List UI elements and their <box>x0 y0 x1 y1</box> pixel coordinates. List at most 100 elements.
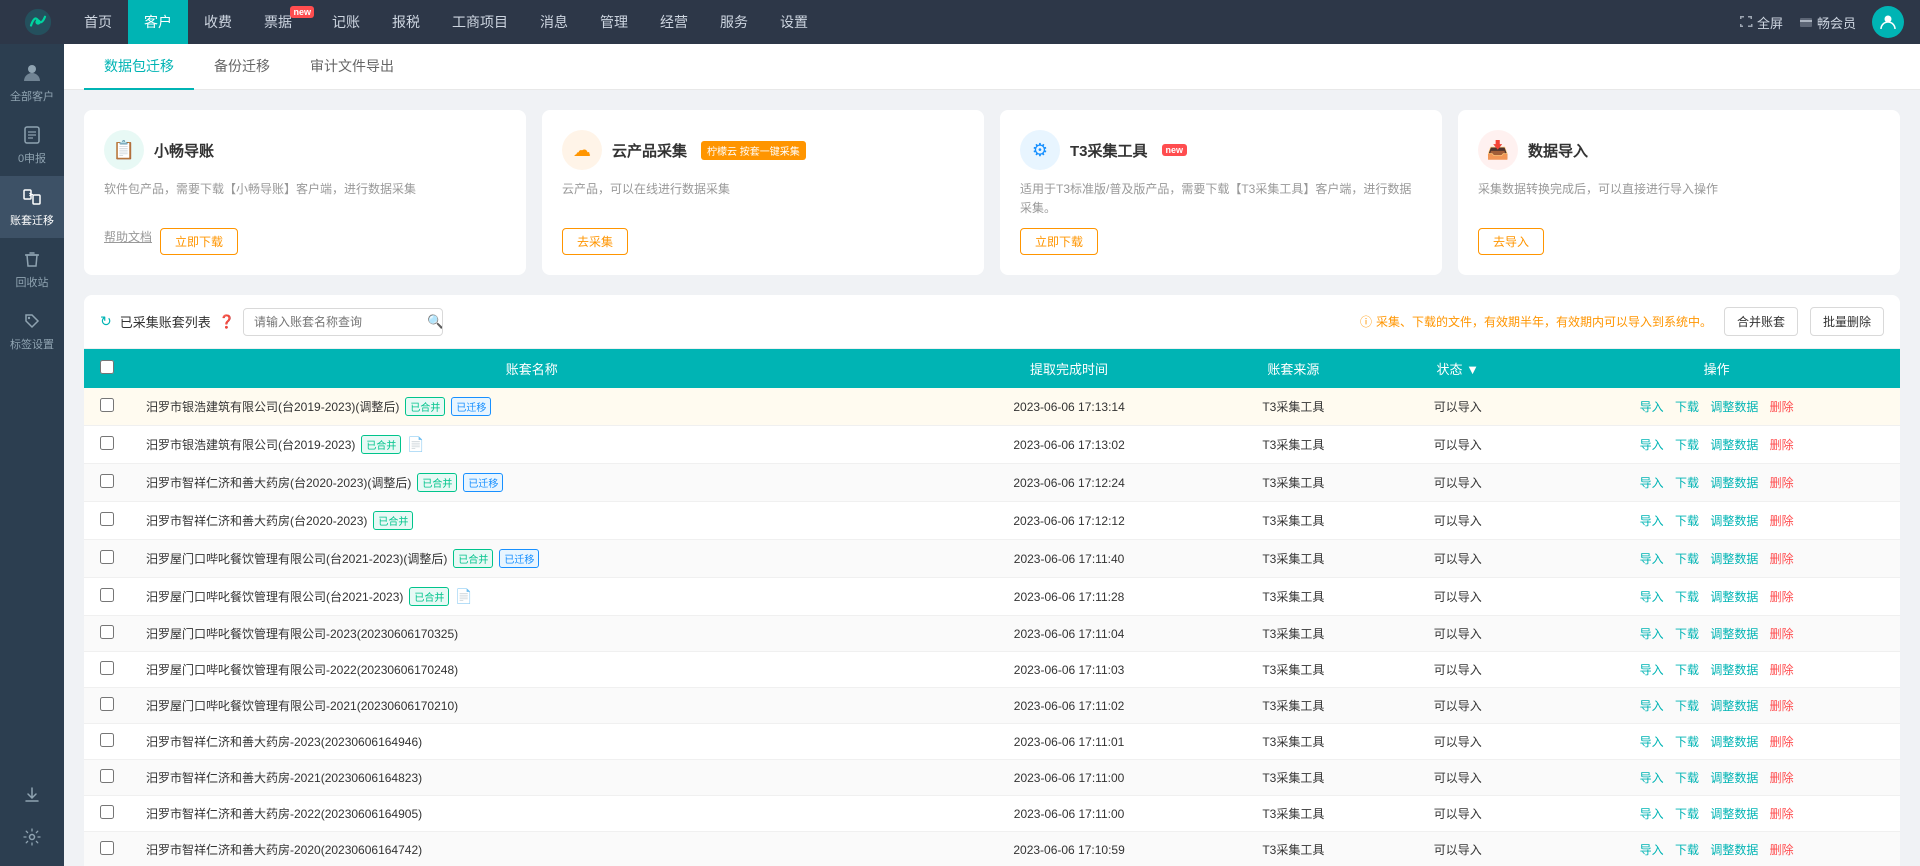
row-checkbox[interactable] <box>100 697 114 711</box>
help-doc-link[interactable]: 帮助文档 <box>104 228 152 255</box>
adjust-action-button[interactable]: 调整数据 <box>1706 436 1762 453</box>
batch-delete-button[interactable]: 批量删除 <box>1810 307 1884 336</box>
delete-action-button[interactable]: 删除 <box>1766 550 1798 567</box>
import-action-button[interactable]: 导入 <box>1636 398 1668 415</box>
download-action-button[interactable]: 下载 <box>1671 625 1703 642</box>
adjust-action-button[interactable]: 调整数据 <box>1706 733 1762 750</box>
adjust-action-button[interactable]: 调整数据 <box>1706 697 1762 714</box>
file-icon[interactable]: 📄 <box>455 588 472 605</box>
download-action-button[interactable]: 下载 <box>1671 512 1703 529</box>
adjust-action-button[interactable]: 调整数据 <box>1706 769 1762 786</box>
nav-message[interactable]: 消息 <box>524 0 584 44</box>
nav-home[interactable]: 首页 <box>68 0 128 44</box>
sidebar-item-trash[interactable]: 回收站 <box>0 238 64 300</box>
import-action-button[interactable]: 导入 <box>1636 697 1668 714</box>
import-action-button[interactable]: 导入 <box>1636 474 1668 491</box>
download-action-button[interactable]: 下载 <box>1671 550 1703 567</box>
tab-data-package[interactable]: 数据包迁移 <box>84 44 194 90</box>
tab-audit-export[interactable]: 审计文件导出 <box>290 44 414 90</box>
delete-action-button[interactable]: 删除 <box>1766 733 1798 750</box>
download-action-button[interactable]: 下载 <box>1671 661 1703 678</box>
nav-service[interactable]: 服务 <box>704 0 764 44</box>
delete-action-button[interactable]: 删除 <box>1766 697 1798 714</box>
adjust-action-button[interactable]: 调整数据 <box>1706 588 1762 605</box>
download-action-button[interactable]: 下载 <box>1671 436 1703 453</box>
adjust-action-button[interactable]: 调整数据 <box>1706 474 1762 491</box>
import-action-button[interactable]: 导入 <box>1636 588 1668 605</box>
nav-tax[interactable]: 报税 <box>376 0 436 44</box>
download-action-button[interactable]: 下载 <box>1671 805 1703 822</box>
nav-ticket[interactable]: 票据 new <box>248 0 316 44</box>
help-circle-icon[interactable]: ❓ <box>219 314 235 330</box>
import-action-button[interactable]: 导入 <box>1636 625 1668 642</box>
member-button[interactable]: 畅会员 <box>1799 13 1856 32</box>
row-checkbox[interactable] <box>100 805 114 819</box>
download-action-button[interactable]: 下载 <box>1671 841 1703 858</box>
sidebar-item-migrate[interactable]: 账套迁移 <box>0 176 64 238</box>
delete-action-button[interactable]: 删除 <box>1766 841 1798 858</box>
delete-action-button[interactable]: 删除 <box>1766 512 1798 529</box>
fullscreen-button[interactable]: 全屏 <box>1739 13 1783 32</box>
row-checkbox[interactable] <box>100 588 114 602</box>
download-action-button[interactable]: 下载 <box>1671 697 1703 714</box>
adjust-action-button[interactable]: 调整数据 <box>1706 550 1762 567</box>
sidebar-item-settings[interactable] <box>0 816 64 858</box>
goto-import-button[interactable]: 去导入 <box>1478 228 1544 255</box>
nav-client[interactable]: 客户 <box>128 0 188 44</box>
download-now-button-1[interactable]: 立即下载 <box>160 228 238 255</box>
row-checkbox[interactable] <box>100 661 114 675</box>
download-action-button[interactable]: 下载 <box>1671 588 1703 605</box>
merge-accounts-button[interactable]: 合并账套 <box>1724 307 1798 336</box>
search-input[interactable] <box>244 310 419 334</box>
delete-action-button[interactable]: 删除 <box>1766 436 1798 453</box>
row-checkbox[interactable] <box>100 769 114 783</box>
download-action-button[interactable]: 下载 <box>1671 474 1703 491</box>
row-checkbox[interactable] <box>100 474 114 488</box>
import-action-button[interactable]: 导入 <box>1636 805 1668 822</box>
row-checkbox[interactable] <box>100 398 114 412</box>
adjust-action-button[interactable]: 调整数据 <box>1706 625 1762 642</box>
nav-accounting[interactable]: 记账 <box>316 0 376 44</box>
row-checkbox[interactable] <box>100 625 114 639</box>
row-checkbox[interactable] <box>100 512 114 526</box>
nav-manage[interactable]: 管理 <box>584 0 644 44</box>
import-action-button[interactable]: 导入 <box>1636 769 1668 786</box>
row-checkbox[interactable] <box>100 550 114 564</box>
row-checkbox[interactable] <box>100 436 114 450</box>
delete-action-button[interactable]: 删除 <box>1766 588 1798 605</box>
adjust-action-button[interactable]: 调整数据 <box>1706 398 1762 415</box>
import-action-button[interactable]: 导入 <box>1636 733 1668 750</box>
delete-action-button[interactable]: 删除 <box>1766 625 1798 642</box>
select-all-checkbox[interactable] <box>100 360 114 374</box>
nav-charge[interactable]: 收费 <box>188 0 248 44</box>
adjust-action-button[interactable]: 调整数据 <box>1706 661 1762 678</box>
search-button[interactable]: 🔍 <box>419 309 443 335</box>
download-action-button[interactable]: 下载 <box>1671 769 1703 786</box>
delete-action-button[interactable]: 删除 <box>1766 661 1798 678</box>
sidebar-item-download[interactable] <box>0 774 64 816</box>
download-action-button[interactable]: 下载 <box>1671 733 1703 750</box>
row-checkbox[interactable] <box>100 733 114 747</box>
adjust-action-button[interactable]: 调整数据 <box>1706 512 1762 529</box>
import-action-button[interactable]: 导入 <box>1636 512 1668 529</box>
nav-settings[interactable]: 设置 <box>764 0 824 44</box>
tab-backup[interactable]: 备份迁移 <box>194 44 290 90</box>
user-avatar[interactable] <box>1872 6 1904 38</box>
adjust-action-button[interactable]: 调整数据 <box>1706 805 1762 822</box>
file-icon[interactable]: 📄 <box>407 436 424 453</box>
download-action-button[interactable]: 下载 <box>1671 398 1703 415</box>
import-action-button[interactable]: 导入 <box>1636 841 1668 858</box>
adjust-action-button[interactable]: 调整数据 <box>1706 841 1762 858</box>
sidebar-item-tag-settings[interactable]: 标签设置 <box>0 300 64 362</box>
sidebar-item-zero-declare[interactable]: 0申报 <box>0 114 64 176</box>
refresh-icon[interactable]: ↻ <box>100 313 112 330</box>
goto-collect-button[interactable]: 去采集 <box>562 228 628 255</box>
sidebar-item-all-clients[interactable]: 全部客户 <box>0 52 64 114</box>
import-action-button[interactable]: 导入 <box>1636 661 1668 678</box>
nav-operation[interactable]: 经营 <box>644 0 704 44</box>
nav-industry[interactable]: 工商项目 <box>436 0 524 44</box>
download-now-button-3[interactable]: 立即下载 <box>1020 228 1098 255</box>
delete-action-button[interactable]: 删除 <box>1766 769 1798 786</box>
delete-action-button[interactable]: 删除 <box>1766 805 1798 822</box>
import-action-button[interactable]: 导入 <box>1636 436 1668 453</box>
